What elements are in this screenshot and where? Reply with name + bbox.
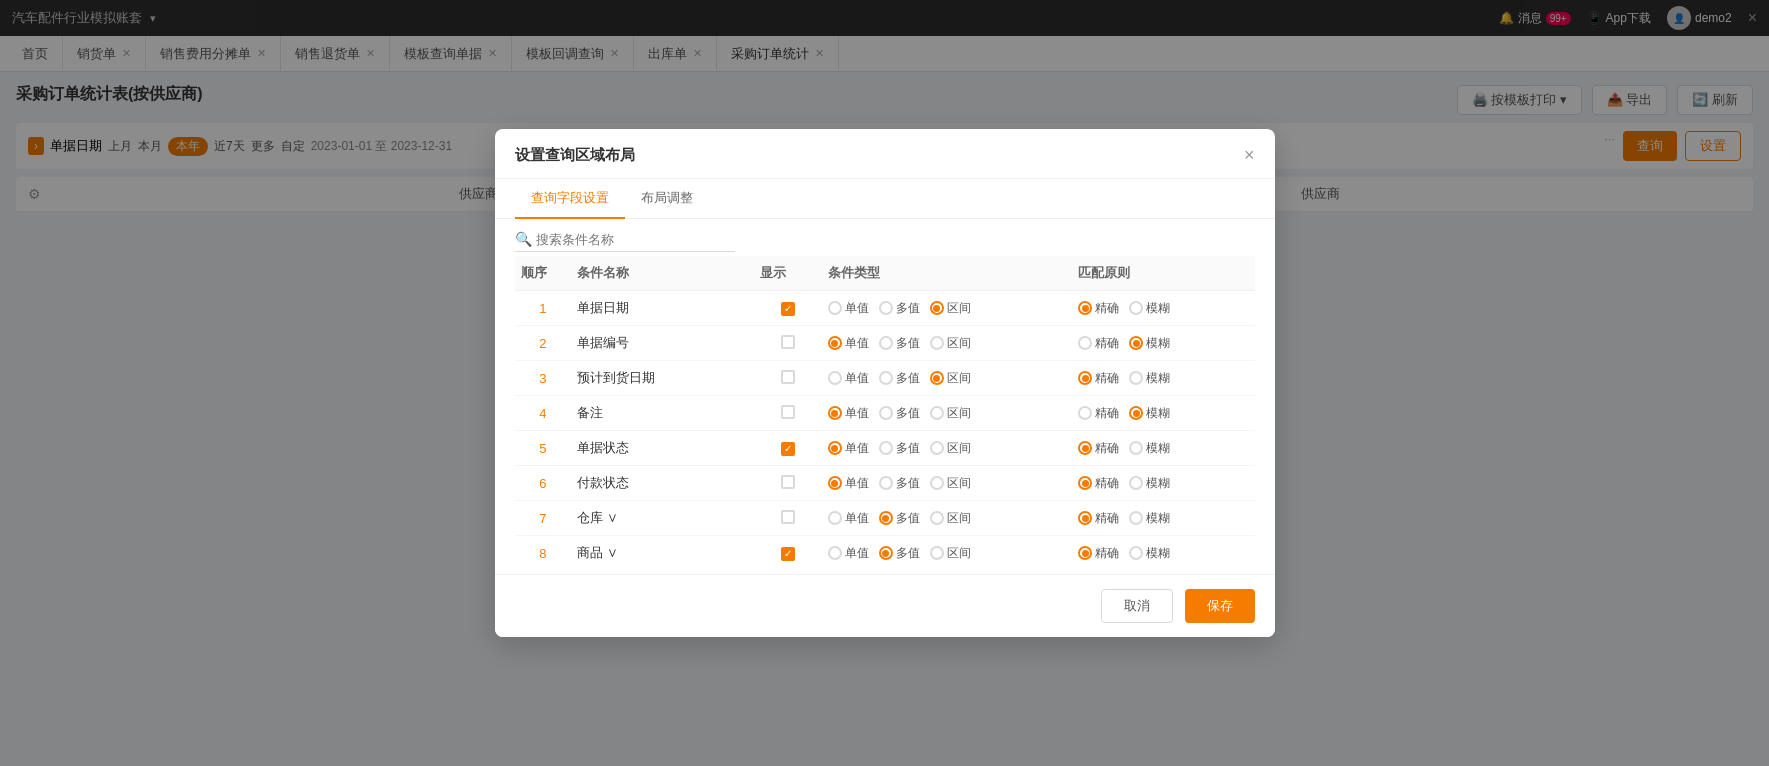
dialog-tab-layout-adjust[interactable]: 布局调整 <box>625 179 709 219</box>
modal-overlay: 设置查询区域布局 × 查询字段设置 布局调整 🔍 <box>0 0 1769 224</box>
dialog-header: 设置查询区域布局 × <box>495 129 1275 179</box>
dialog-tabs: 查询字段设置 布局调整 <box>495 179 1275 219</box>
dialog-tab-layout-adjust-label: 布局调整 <box>641 190 693 205</box>
dialog: 设置查询区域布局 × 查询字段设置 布局调整 🔍 <box>495 129 1275 224</box>
dialog-tab-query-fields-label: 查询字段设置 <box>531 190 609 205</box>
dialog-close-btn[interactable]: × <box>1244 145 1255 166</box>
dialog-search-area: 🔍 <box>495 219 1275 224</box>
dialog-tab-query-fields[interactable]: 查询字段设置 <box>515 179 625 219</box>
dialog-title: 设置查询区域布局 <box>515 146 635 165</box>
